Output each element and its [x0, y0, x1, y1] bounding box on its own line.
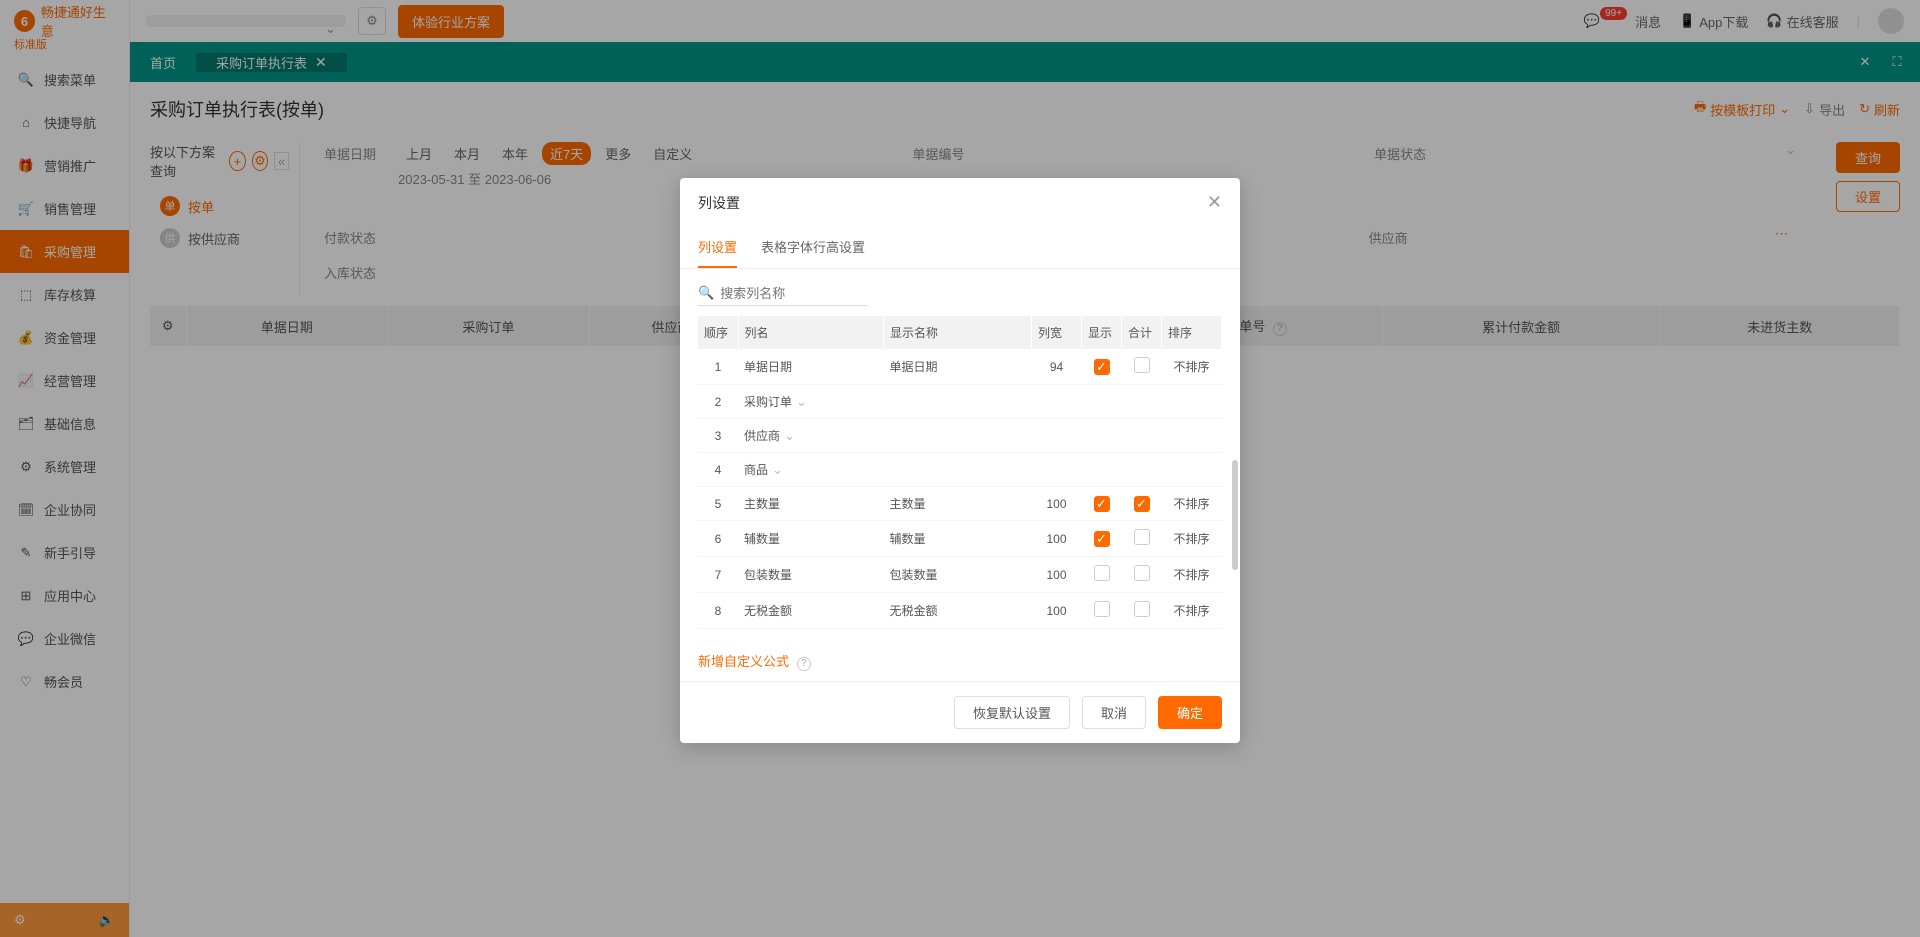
cell-display[interactable]: 单据日期	[884, 349, 1032, 385]
column-search[interactable]: 🔍	[698, 281, 868, 306]
cell-name: 包装数量	[738, 557, 884, 593]
checkbox[interactable]: ✓	[1134, 496, 1150, 512]
modal-tab-columns[interactable]: 列设置	[698, 227, 737, 268]
chevron-down-icon: ⌄	[784, 428, 795, 443]
chevron-down-icon: ⌄	[796, 394, 807, 409]
add-formula-link[interactable]: 新增自定义公式	[698, 654, 789, 669]
close-icon[interactable]: ✕	[1207, 192, 1222, 213]
th-sum: 合计	[1122, 316, 1162, 349]
cancel-button[interactable]: 取消	[1082, 696, 1146, 729]
chevron-down-icon: ⌄	[772, 462, 783, 477]
columns-table: 顺序 列名 显示名称 列宽 显示 合计 排序 1单据日期单据日期94✓不排序2采…	[698, 316, 1222, 629]
scrollbar[interactable]	[1232, 460, 1238, 570]
th-show: 显示	[1082, 316, 1122, 349]
th-name: 列名	[738, 316, 884, 349]
cell-name: 主数量	[738, 487, 884, 521]
cell-order: 6	[698, 521, 738, 557]
cell-width[interactable]: 100	[1032, 487, 1082, 521]
cell-name[interactable]: 供应商⌄	[738, 419, 1222, 453]
cell-sort[interactable]: 不排序	[1162, 557, 1222, 593]
checkbox[interactable]	[1094, 565, 1110, 581]
column-row[interactable]: 7包装数量包装数量100不排序	[698, 557, 1222, 593]
cell-display[interactable]: 无税金额	[884, 593, 1032, 629]
column-row[interactable]: 5主数量主数量100✓✓不排序	[698, 487, 1222, 521]
modal-title: 列设置	[698, 193, 740, 213]
cell-name[interactable]: 商品⌄	[738, 453, 1222, 487]
checkbox[interactable]	[1134, 601, 1150, 617]
cell-name: 无税金额	[738, 593, 884, 629]
ok-button[interactable]: 确定	[1158, 696, 1222, 729]
search-input[interactable]	[720, 286, 896, 301]
checkbox[interactable]	[1094, 601, 1110, 617]
cell-sort[interactable]: 不排序	[1162, 487, 1222, 521]
column-settings-modal: 列设置 ✕ 列设置 表格字体行高设置 🔍 顺序 列名 显示名称	[680, 178, 1240, 743]
column-row[interactable]: 8无税金额无税金额100不排序	[698, 593, 1222, 629]
cell-sort[interactable]: 不排序	[1162, 521, 1222, 557]
column-row[interactable]: 4商品⌄	[698, 453, 1222, 487]
th-order: 顺序	[698, 316, 738, 349]
cell-order: 4	[698, 453, 738, 487]
column-row[interactable]: 2采购订单⌄	[698, 385, 1222, 419]
th-display: 显示名称	[884, 316, 1032, 349]
checkbox[interactable]: ✓	[1094, 496, 1110, 512]
th-width: 列宽	[1032, 316, 1082, 349]
column-row[interactable]: 3供应商⌄	[698, 419, 1222, 453]
cell-name: 辅数量	[738, 521, 884, 557]
cell-width[interactable]: 94	[1032, 349, 1082, 385]
modal-overlay: 列设置 ✕ 列设置 表格字体行高设置 🔍 顺序 列名 显示名称	[0, 0, 1920, 937]
checkbox[interactable]: ✓	[1094, 531, 1110, 547]
th-sort: 排序	[1162, 316, 1222, 349]
cell-display[interactable]: 包装数量	[884, 557, 1032, 593]
cell-order: 5	[698, 487, 738, 521]
cell-width[interactable]: 100	[1032, 557, 1082, 593]
help-icon[interactable]: ?	[797, 657, 811, 671]
cell-sort[interactable]: 不排序	[1162, 593, 1222, 629]
column-row[interactable]: 1单据日期单据日期94✓不排序	[698, 349, 1222, 385]
checkbox[interactable]: ✓	[1094, 359, 1110, 375]
modal-tab-font[interactable]: 表格字体行高设置	[761, 227, 865, 268]
cell-name: 单据日期	[738, 349, 884, 385]
checkbox[interactable]	[1134, 565, 1150, 581]
cell-order: 1	[698, 349, 738, 385]
cell-order: 3	[698, 419, 738, 453]
checkbox[interactable]	[1134, 357, 1150, 373]
cell-order: 2	[698, 385, 738, 419]
cell-width[interactable]: 100	[1032, 521, 1082, 557]
cell-order: 8	[698, 593, 738, 629]
cell-width[interactable]: 100	[1032, 593, 1082, 629]
cell-display[interactable]: 辅数量	[884, 521, 1032, 557]
cell-order: 7	[698, 557, 738, 593]
search-icon: 🔍	[698, 285, 714, 301]
cell-display[interactable]: 主数量	[884, 487, 1032, 521]
column-row[interactable]: 6辅数量辅数量100✓不排序	[698, 521, 1222, 557]
cell-name[interactable]: 采购订单⌄	[738, 385, 1222, 419]
cell-sort[interactable]: 不排序	[1162, 349, 1222, 385]
checkbox[interactable]	[1134, 529, 1150, 545]
restore-button[interactable]: 恢复默认设置	[954, 696, 1070, 729]
